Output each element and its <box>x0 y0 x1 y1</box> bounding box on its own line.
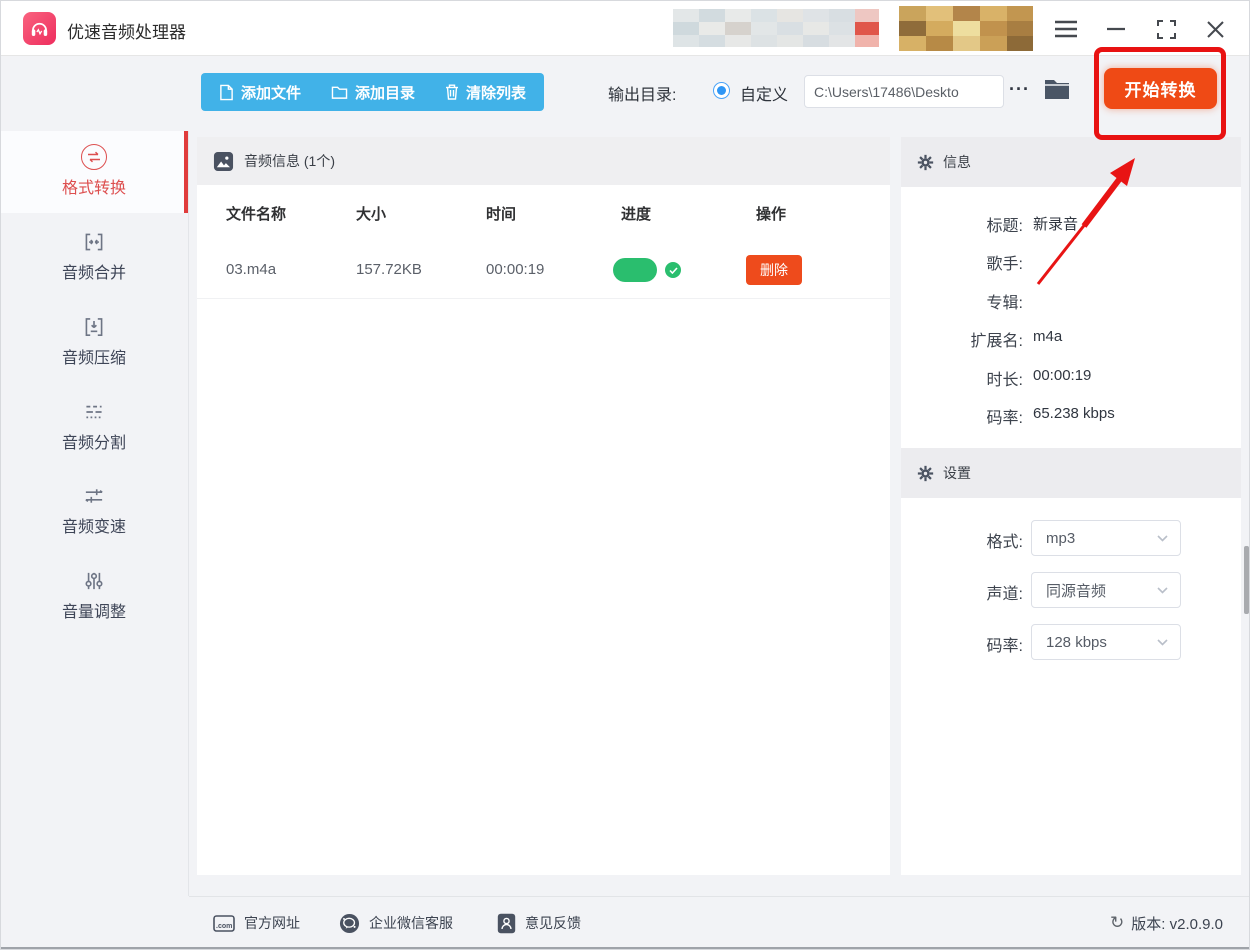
toolbar-button-group: 添加文件 添加目录 清除列表 <box>201 73 545 111</box>
add-file-button[interactable]: 添加文件 <box>219 82 301 103</box>
menu-icon[interactable] <box>1051 14 1081 44</box>
audio-compress-icon <box>1 314 187 342</box>
volume-adjust-icon <box>1 568 187 596</box>
clear-list-button[interactable]: 清除列表 <box>445 82 526 103</box>
audio-split-icon <box>1 399 187 427</box>
info-value-duration: 00:00:19 <box>1033 367 1092 384</box>
version-text: 版本: v2.0.9.0 <box>1131 915 1223 933</box>
progress-bar <box>613 258 657 282</box>
channel-select[interactable]: 同源音频 <box>1031 572 1181 608</box>
footer: .com 官方网址 企业微信客服 意见反馈 ↻ 版本: v2.0.9.0 <box>189 896 1249 949</box>
col-filename: 文件名称 <box>226 206 287 223</box>
info-value-ext: m4a <box>1033 328 1063 345</box>
official-website-link[interactable]: .com 官方网址 <box>213 897 300 949</box>
refresh-icon: ↻ <box>1110 913 1125 932</box>
feedback-link[interactable]: 意见反馈 <box>497 897 581 949</box>
trash-icon <box>446 84 459 100</box>
info-label-duration: 时长: <box>986 372 1023 389</box>
redacted-account-info <box>673 9 879 47</box>
info-section-header: 信息 <box>901 137 1241 187</box>
setting-label-channel: 声道: <box>986 586 1023 603</box>
scrollbar-thumb[interactable] <box>1244 546 1249 614</box>
add-directory-button[interactable]: 添加目录 <box>331 82 415 103</box>
sidebar-item-audio-compress[interactable]: 音频压缩 <box>1 301 187 383</box>
close-button[interactable] <box>1200 14 1230 44</box>
info-label-ext: 扩展名: <box>970 333 1023 350</box>
sidebar-divider <box>188 131 189 896</box>
delete-row-button[interactable]: 删除 <box>746 255 802 285</box>
info-label-bitrate: 码率: <box>986 410 1023 427</box>
custom-radio[interactable] <box>713 82 730 99</box>
radio-dot <box>717 86 726 95</box>
minimize-button[interactable] <box>1101 14 1131 44</box>
chevron-down-icon <box>1157 638 1168 646</box>
wechat-service-link[interactable]: 企业微信客服 <box>339 897 453 949</box>
info-value-title: 新录音 <box>1033 216 1079 233</box>
info-label-album: 专辑: <box>986 295 1023 312</box>
info-value-bitrate: 65.238 kbps <box>1033 405 1115 422</box>
sidebar-item-audio-merge[interactable]: 音频合并 <box>1 216 187 298</box>
version-info[interactable]: ↻ 版本: v2.0.9.0 <box>1110 897 1223 949</box>
output-dir-label: 输出目录: <box>608 87 677 104</box>
gear-icon <box>917 465 934 481</box>
chevron-down-icon <box>1157 534 1168 542</box>
redacted-user-badge <box>899 6 1033 51</box>
done-check-icon <box>665 262 681 278</box>
titlebar: 优速音频处理器 <box>1 1 1249 56</box>
svg-text:.com: .com <box>216 923 232 930</box>
app-window: 优速音频处理器 格式转换 音频合并 音频压缩 音频分割 音频变速 音量调整 添加… <box>0 0 1250 950</box>
custom-option-label: 自定义 <box>740 87 789 104</box>
setting-label-bitrate: 码率: <box>986 638 1023 655</box>
app-title: 优速音频处理器 <box>67 23 186 42</box>
file-list-title: 音频信息 (1个) <box>244 153 335 169</box>
details-panel: 信息 标题: 新录音 歌手: 专辑: 扩展名: m4a 时长: 00:00:19… <box>901 137 1241 875</box>
cell-time: 00:00:19 <box>486 261 545 278</box>
sidebar-item-audio-split[interactable]: 音频分割 <box>1 386 187 468</box>
col-action: 操作 <box>756 206 787 223</box>
info-label-title: 标题: <box>986 218 1023 235</box>
col-time: 时间 <box>486 206 517 223</box>
sidebar-item-format-convert[interactable]: 格式转换 <box>1 131 187 213</box>
table-header-row: 文件名称 大小 时间 进度 操作 <box>197 185 890 241</box>
col-progress: 进度 <box>621 206 652 223</box>
sidebar-item-audio-speed[interactable]: 音频变速 <box>1 470 187 552</box>
output-path-input[interactable] <box>804 75 1004 108</box>
info-label-artist: 歌手: <box>986 256 1023 273</box>
window-bottom-edge <box>1 947 1249 949</box>
format-select[interactable]: mp3 <box>1031 520 1181 556</box>
audio-merge-icon <box>1 229 187 257</box>
file-list-panel: 音频信息 (1个) 文件名称 大小 时间 进度 操作 03.m4a 157.72… <box>197 137 890 875</box>
wechat-service-icon <box>339 913 360 933</box>
format-convert-icon <box>1 144 187 172</box>
browse-more-button[interactable]: ··· <box>1009 79 1030 100</box>
audio-speed-icon <box>1 483 187 511</box>
audio-info-icon <box>213 151 234 171</box>
settings-section-header: 设置 <box>901 448 1241 498</box>
chevron-down-icon <box>1157 586 1168 594</box>
setting-label-format: 格式: <box>986 534 1023 551</box>
feedback-icon <box>497 913 516 933</box>
app-logo-headphones-icon <box>23 12 56 45</box>
folder-solid-icon <box>1045 80 1069 99</box>
open-folder-button[interactable] <box>1042 75 1072 103</box>
bitrate-select[interactable]: 128 kbps <box>1031 624 1181 660</box>
cell-filename: 03.m4a <box>226 261 277 278</box>
cell-size: 157.72KB <box>356 261 422 278</box>
file-icon <box>220 84 233 100</box>
start-convert-button[interactable]: 开始转换 <box>1104 68 1217 109</box>
table-row: 03.m4a 157.72KB 00:00:19 删除 <box>197 241 890 299</box>
gear-icon <box>917 154 934 170</box>
file-list-header: 音频信息 (1个) <box>197 137 890 185</box>
maximize-button[interactable] <box>1151 14 1181 44</box>
sidebar-item-volume-adjust[interactable]: 音量调整 <box>1 555 187 637</box>
folder-icon <box>331 86 348 99</box>
website-icon: .com <box>213 914 235 932</box>
col-size: 大小 <box>356 206 387 223</box>
